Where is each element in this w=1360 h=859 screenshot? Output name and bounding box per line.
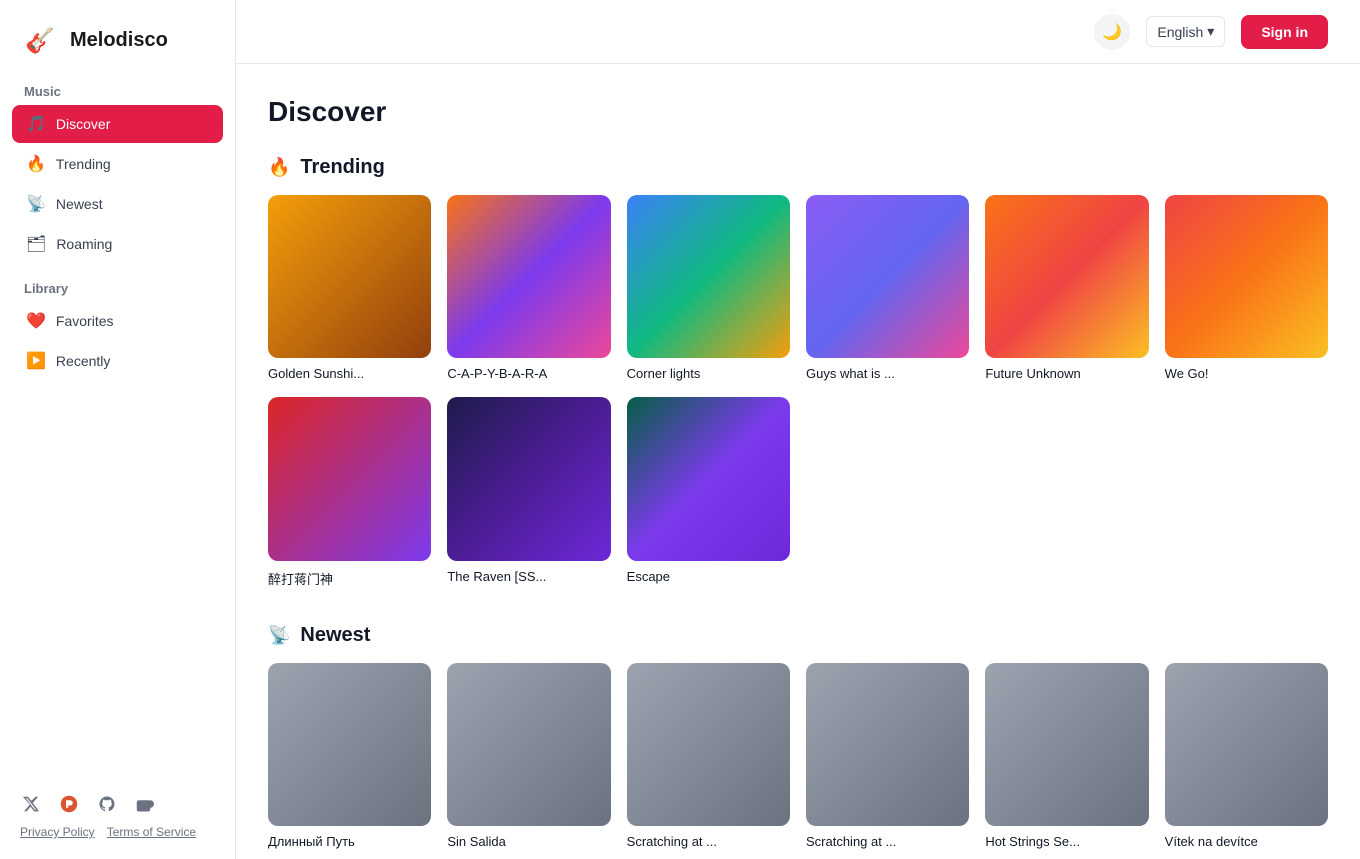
sidebar-item-newest-label: Newest bbox=[56, 196, 103, 212]
privacy-policy-link[interactable]: Privacy Policy bbox=[20, 825, 95, 839]
main-nav: 🎵 Discover 🔥 Trending 📡 Newest 🗂 Roaming bbox=[12, 105, 223, 265]
music-card[interactable]: Длинный Путь bbox=[268, 663, 431, 849]
music-card-image bbox=[806, 663, 969, 826]
coffee-icon[interactable] bbox=[134, 793, 156, 815]
music-card-title: Hot Strings Se... bbox=[985, 834, 1148, 849]
logo: 🎸 Melodisco bbox=[12, 20, 223, 60]
music-card[interactable]: Corner lights bbox=[627, 195, 790, 381]
favorites-icon: ❤️ bbox=[26, 311, 46, 331]
svg-text:🎸: 🎸 bbox=[25, 26, 55, 54]
music-card-image bbox=[447, 397, 610, 560]
library-nav: ❤️ Favorites ▶️ Recently bbox=[12, 302, 223, 382]
music-card[interactable]: Golden Sunshi... bbox=[268, 195, 431, 381]
newest-section-icon: 📡 bbox=[268, 625, 290, 646]
music-card-image bbox=[268, 663, 431, 826]
music-card-image bbox=[985, 195, 1148, 358]
trending-icon: 🔥 bbox=[26, 154, 46, 174]
page-title: Discover bbox=[268, 96, 1328, 128]
trending-section-header: 🔥 Trending bbox=[268, 156, 1328, 179]
music-card[interactable]: Scratching at ... bbox=[627, 663, 790, 849]
logo-text: Melodisco bbox=[70, 29, 168, 52]
sidebar-item-recently[interactable]: ▶️ Recently bbox=[12, 342, 223, 380]
music-card[interactable]: Sin Salida bbox=[447, 663, 610, 849]
music-card[interactable]: The Raven [SS... bbox=[447, 397, 610, 587]
social-icons bbox=[12, 793, 223, 815]
music-card[interactable]: C-A-P-Y-B-A-R-A bbox=[447, 195, 610, 381]
music-card[interactable]: Vítek na devítce bbox=[1165, 663, 1328, 849]
twitter-icon[interactable] bbox=[20, 793, 42, 815]
music-card-title: Длинный Путь bbox=[268, 834, 431, 849]
newest-section-header: 📡 Newest bbox=[268, 624, 1328, 647]
music-card-title: Escape bbox=[627, 569, 790, 584]
library-section-label: Library bbox=[12, 281, 223, 296]
music-card-title: Future Unknown bbox=[985, 366, 1148, 381]
theme-toggle-button[interactable]: 🌙 bbox=[1094, 14, 1130, 50]
discover-icon: 🎵 bbox=[26, 114, 46, 134]
topbar: 🌙 English ▾ Sign in bbox=[236, 0, 1360, 64]
sidebar-item-trending-label: Trending bbox=[56, 156, 111, 172]
logo-icon: 🎸 bbox=[20, 20, 60, 60]
roaming-icon: 🗂 bbox=[26, 234, 46, 254]
music-card-title: Corner lights bbox=[627, 366, 790, 381]
sidebar-item-roaming[interactable]: 🗂 Roaming bbox=[12, 225, 223, 263]
music-card-image bbox=[627, 195, 790, 358]
sidebar-item-discover-label: Discover bbox=[56, 116, 110, 132]
music-card[interactable]: Guys what is ... bbox=[806, 195, 969, 381]
chevron-down-icon: ▾ bbox=[1207, 23, 1214, 40]
music-card-image bbox=[268, 195, 431, 358]
trending-section-icon: 🔥 bbox=[268, 157, 290, 178]
music-card-image bbox=[627, 397, 790, 560]
sign-in-button[interactable]: Sign in bbox=[1241, 15, 1328, 49]
sidebar-item-trending[interactable]: 🔥 Trending bbox=[12, 145, 223, 183]
music-card-image bbox=[627, 663, 790, 826]
music-card-title: Guys what is ... bbox=[806, 366, 969, 381]
music-card-title: Scratching at ... bbox=[627, 834, 790, 849]
music-card-title: The Raven [SS... bbox=[447, 569, 610, 584]
music-section-label: Music bbox=[12, 84, 223, 99]
footer-links: Privacy Policy Terms of Service bbox=[12, 825, 223, 839]
sidebar-item-roaming-label: Roaming bbox=[56, 236, 112, 252]
music-card-title: Scratching at ... bbox=[806, 834, 969, 849]
music-card-title: 醉打蒋门神 bbox=[268, 569, 431, 588]
language-label: English bbox=[1157, 24, 1203, 40]
producthunt-icon[interactable] bbox=[58, 793, 80, 815]
music-card-title: C-A-P-Y-B-A-R-A bbox=[447, 366, 610, 381]
discover-content: Discover 🔥 Trending Golden Sunshi... C-A-… bbox=[236, 64, 1360, 859]
language-selector[interactable]: English ▾ bbox=[1146, 16, 1225, 47]
music-card-image bbox=[985, 663, 1148, 826]
music-card-image bbox=[806, 195, 969, 358]
trending-grid: Golden Sunshi... C-A-P-Y-B-A-R-A Corner li… bbox=[268, 195, 1328, 588]
music-card[interactable]: Escape bbox=[627, 397, 790, 587]
music-card-image bbox=[268, 397, 431, 560]
newest-icon: 📡 bbox=[26, 194, 46, 214]
sidebar-footer: Privacy Policy Terms of Service bbox=[12, 773, 223, 839]
main-content: 🌙 English ▾ Sign in Discover 🔥 Trending … bbox=[236, 0, 1360, 859]
music-card-title: Sin Salida bbox=[447, 834, 610, 849]
music-card[interactable]: We Go! bbox=[1165, 195, 1328, 381]
sidebar: 🎸 Melodisco Music 🎵 Discover 🔥 Trending … bbox=[0, 0, 236, 859]
sidebar-item-discover[interactable]: 🎵 Discover bbox=[12, 105, 223, 143]
music-card-image bbox=[447, 195, 610, 358]
music-card-title: We Go! bbox=[1165, 366, 1328, 381]
music-card-title: Vítek na devítce bbox=[1165, 834, 1328, 849]
terms-of-service-link[interactable]: Terms of Service bbox=[107, 825, 196, 839]
music-card-image bbox=[1165, 195, 1328, 358]
music-card[interactable]: Future Unknown bbox=[985, 195, 1148, 381]
music-card[interactable]: Hot Strings Se... bbox=[985, 663, 1148, 849]
github-icon[interactable] bbox=[96, 793, 118, 815]
music-card-image bbox=[1165, 663, 1328, 826]
music-card[interactable]: 醉打蒋门神 bbox=[268, 397, 431, 587]
sidebar-item-favorites[interactable]: ❤️ Favorites bbox=[12, 302, 223, 340]
sidebar-item-recently-label: Recently bbox=[56, 353, 110, 369]
music-card-title: Golden Sunshi... bbox=[268, 366, 431, 381]
sidebar-item-newest[interactable]: 📡 Newest bbox=[12, 185, 223, 223]
music-card-image bbox=[447, 663, 610, 826]
newest-grid: Длинный Путь Sin Salida Scratching at ... S… bbox=[268, 663, 1328, 859]
music-card[interactable]: Scratching at ... bbox=[806, 663, 969, 849]
newest-section-title: Newest bbox=[300, 624, 370, 647]
trending-section-title: Trending bbox=[300, 156, 384, 179]
recently-icon: ▶️ bbox=[26, 351, 46, 371]
sidebar-item-favorites-label: Favorites bbox=[56, 313, 114, 329]
